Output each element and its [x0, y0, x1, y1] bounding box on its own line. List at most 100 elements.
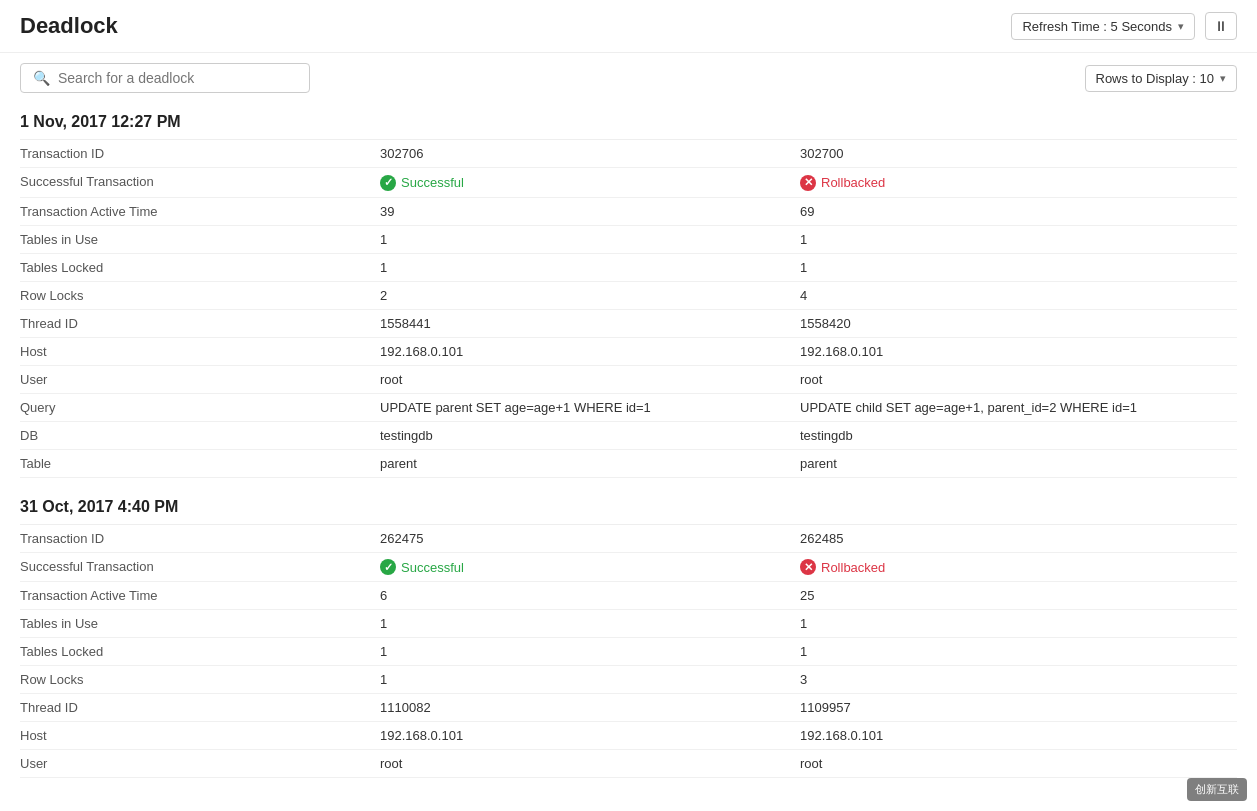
- table-row: Row Locks24: [20, 282, 1237, 310]
- refresh-time-dropdown[interactable]: Refresh Time : 5 Seconds ▾: [1011, 13, 1195, 40]
- table-row: Row Locks13: [20, 666, 1237, 694]
- row-val2-1-8: root: [800, 756, 1237, 771]
- table-row: Tables Locked11: [20, 638, 1237, 666]
- table-row: Transaction Active Time625: [20, 582, 1237, 610]
- table-row: Tableparentparent: [20, 450, 1237, 478]
- row-val1-1-8: root: [380, 756, 800, 771]
- row-val1-1-3: 1: [380, 616, 800, 631]
- row-val1-1-7: 192.168.0.101: [380, 728, 800, 743]
- table-row: Transaction ID302706302700: [20, 140, 1237, 168]
- row-val1-1-6: 1110082: [380, 700, 800, 715]
- row-val2-0-3: 1: [800, 232, 1237, 247]
- rows-chevron-icon: ▾: [1220, 72, 1226, 85]
- row-label-1-5: Row Locks: [20, 672, 380, 687]
- row-label-0-3: Tables in Use: [20, 232, 380, 247]
- status-badge-rollback: ✕Rollbacked: [800, 559, 885, 575]
- row-label-1-7: Host: [20, 728, 380, 743]
- row-val2-1-4: 1: [800, 644, 1237, 659]
- row-label-0-10: DB: [20, 428, 380, 443]
- table-row: Thread ID11100821109957: [20, 694, 1237, 722]
- row-label-1-8: User: [20, 756, 380, 771]
- success-label: Successful: [401, 175, 464, 190]
- row-val2-0-2: 69: [800, 204, 1237, 219]
- table-row: Tables in Use11: [20, 226, 1237, 254]
- search-icon: 🔍: [33, 70, 50, 86]
- row-label-1-6: Thread ID: [20, 700, 380, 715]
- table-row: QueryUPDATE parent SET age=age+1 WHERE i…: [20, 394, 1237, 422]
- table-row: Thread ID15584411558420: [20, 310, 1237, 338]
- row-val2-1-0: 262485: [800, 531, 1237, 546]
- row-val2-0-8: root: [800, 372, 1237, 387]
- row-val1-0-10: testingdb: [380, 428, 800, 443]
- row-val1-1-2: 6: [380, 588, 800, 603]
- rollback-icon: ✕: [800, 175, 816, 191]
- row-label-1-1: Successful Transaction: [20, 559, 380, 574]
- search-input[interactable]: [58, 70, 297, 86]
- row-label-1-0: Transaction ID: [20, 531, 380, 546]
- row-val2-0-7: 192.168.0.101: [800, 344, 1237, 359]
- header-controls: Refresh Time : 5 Seconds ▾ ⏸: [1011, 12, 1237, 40]
- pause-button[interactable]: ⏸: [1205, 12, 1237, 40]
- row-label-1-2: Transaction Active Time: [20, 588, 380, 603]
- row-label-0-0: Transaction ID: [20, 146, 380, 161]
- row-label-0-2: Transaction Active Time: [20, 204, 380, 219]
- row-label-0-7: Host: [20, 344, 380, 359]
- row-val1-0-0: 302706: [380, 146, 800, 161]
- page-title: Deadlock: [20, 13, 118, 39]
- success-label: Successful: [401, 560, 464, 575]
- row-val1-0-4: 1: [380, 260, 800, 275]
- row-val2-0-0: 302700: [800, 146, 1237, 161]
- table-row: Successful Transaction✓ Successful ✕Rollba…: [20, 553, 1237, 583]
- table-row: Host192.168.0.101192.168.0.101: [20, 722, 1237, 750]
- row-val1-0-1: ✓ Successful: [380, 174, 800, 191]
- row-val1-1-1: ✓ Successful: [380, 559, 800, 576]
- refresh-time-label: Refresh Time : 5 Seconds: [1022, 19, 1172, 34]
- row-val1-1-0: 262475: [380, 531, 800, 546]
- table-row: Successful Transaction✓ Successful ✕ Rollba…: [20, 168, 1237, 198]
- table-row: Userrootroot: [20, 366, 1237, 394]
- row-val1-0-11: parent: [380, 456, 800, 471]
- rollback-label: Rollbacked: [821, 175, 885, 190]
- row-val1-1-5: 1: [380, 672, 800, 687]
- status-badge-rollback: ✕ Rollbacked: [800, 175, 885, 191]
- row-val1-0-9: UPDATE parent SET age=age+1 WHERE id=1: [380, 400, 800, 415]
- row-label-0-5: Row Locks: [20, 288, 380, 303]
- row-val2-1-1: ✕Rollbacked: [800, 559, 1237, 576]
- deadlock-section-1: 31 Oct, 2017 4:40 PMTransaction ID262475…: [20, 488, 1237, 779]
- search-container[interactable]: 🔍: [20, 63, 310, 93]
- table-row: Tables Locked11: [20, 254, 1237, 282]
- status-badge-success: ✓ Successful: [380, 559, 464, 575]
- watermark: 创新互联: [1187, 778, 1247, 801]
- row-val2-0-6: 1558420: [800, 316, 1237, 331]
- table-row: DBtestingdbtestingdb: [20, 422, 1237, 450]
- row-label-0-6: Thread ID: [20, 316, 380, 331]
- rows-display-label: Rows to Display : 10: [1096, 71, 1215, 86]
- row-val2-0-11: parent: [800, 456, 1237, 471]
- row-val2-0-1: ✕ Rollbacked: [800, 174, 1237, 191]
- rows-display-dropdown[interactable]: Rows to Display : 10 ▾: [1085, 65, 1238, 92]
- row-val2-1-5: 3: [800, 672, 1237, 687]
- page-header: Deadlock Refresh Time : 5 Seconds ▾ ⏸: [0, 0, 1257, 53]
- row-val1-0-8: root: [380, 372, 800, 387]
- deadlock-section-0: 1 Nov, 2017 12:27 PMTransaction ID302706…: [20, 103, 1237, 478]
- row-val2-1-6: 1109957: [800, 700, 1237, 715]
- toolbar: 🔍 Rows to Display : 10 ▾: [0, 53, 1257, 103]
- row-val1-0-5: 2: [380, 288, 800, 303]
- row-label-0-1: Successful Transaction: [20, 174, 380, 189]
- main-content: 1 Nov, 2017 12:27 PMTransaction ID302706…: [0, 103, 1257, 778]
- table-row: Transaction Active Time3969: [20, 198, 1237, 226]
- success-icon: ✓: [380, 175, 396, 191]
- row-label-1-3: Tables in Use: [20, 616, 380, 631]
- row-val1-0-6: 1558441: [380, 316, 800, 331]
- row-val2-0-9: UPDATE child SET age=age+1, parent_id=2 …: [800, 400, 1237, 415]
- table-row: Host192.168.0.101192.168.0.101: [20, 338, 1237, 366]
- row-val1-0-3: 1: [380, 232, 800, 247]
- row-label-0-11: Table: [20, 456, 380, 471]
- success-icon: ✓: [380, 559, 396, 575]
- row-val2-1-3: 1: [800, 616, 1237, 631]
- status-badge-success: ✓ Successful: [380, 175, 464, 191]
- row-val2-0-5: 4: [800, 288, 1237, 303]
- row-label-0-8: User: [20, 372, 380, 387]
- row-label-0-4: Tables Locked: [20, 260, 380, 275]
- rollback-label: Rollbacked: [821, 560, 885, 575]
